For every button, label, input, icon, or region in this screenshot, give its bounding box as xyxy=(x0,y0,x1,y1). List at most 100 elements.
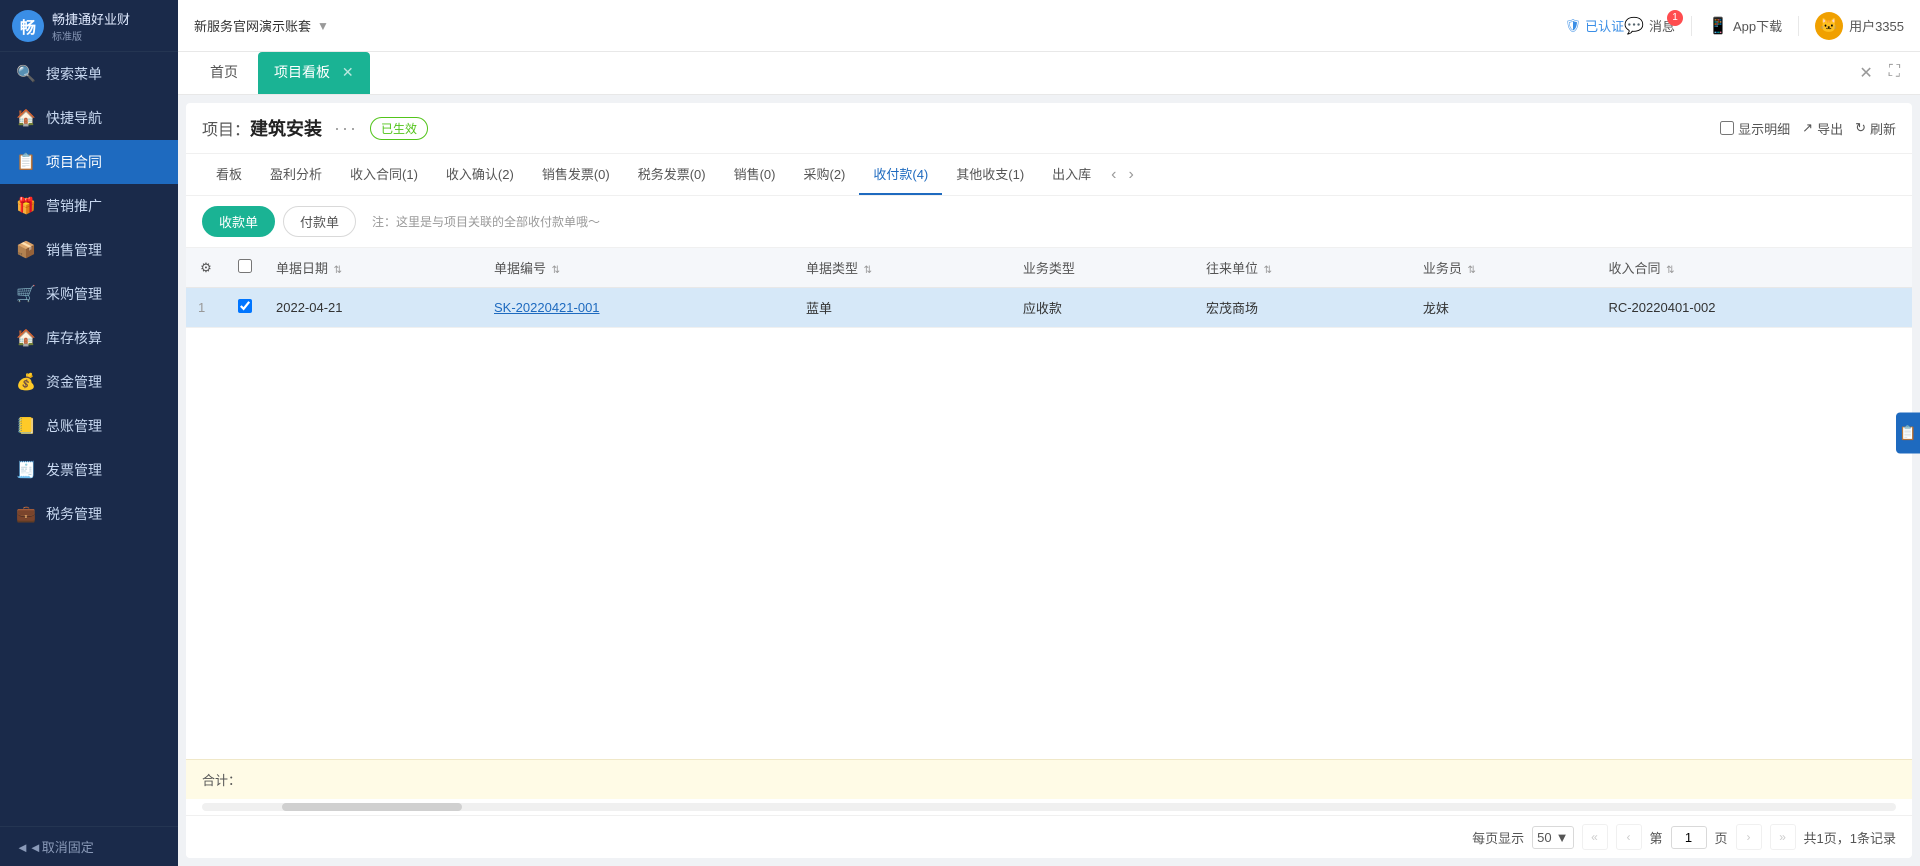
column-biz-type: 业务类型 xyxy=(1011,248,1194,288)
sidebar-unpin-button[interactable]: ◄◄取消固定 xyxy=(0,826,178,866)
table-wrap: ⚙ 单据日期 ⇅ 单据编号 ⇅ 单据类型 xyxy=(186,248,1912,759)
close-window-icon[interactable]: ✕ xyxy=(1855,59,1876,87)
sidebar-item-inventory[interactable]: 🏠 库存核算 xyxy=(0,316,178,360)
sidebar-item-contract[interactable]: 📋 项目合同 xyxy=(0,140,178,184)
tab-home[interactable]: 首页 xyxy=(194,52,254,94)
search-icon: 🔍 xyxy=(16,64,36,84)
project-label: 项目： xyxy=(202,116,250,140)
cell-partner: 宏茂商场 xyxy=(1194,288,1411,328)
right-panel-button[interactable]: 📋 xyxy=(1896,413,1912,454)
sub-nav-purchase[interactable]: 采购(2) xyxy=(789,154,859,195)
prev-page-button[interactable]: ‹ xyxy=(1616,824,1642,850)
sidebar-item-marketing[interactable]: 🎁 营销推广 xyxy=(0,184,178,228)
last-page-button[interactable]: » xyxy=(1770,824,1796,850)
sidebar-item-finance[interactable]: 💰 资金管理 xyxy=(0,360,178,404)
tab-project-board[interactable]: 项目看板 ✕ xyxy=(258,52,370,94)
project-title: 建筑安装 xyxy=(250,115,322,141)
home-icon: 🏠 xyxy=(16,108,36,128)
column-number: 单据编号 ⇅ xyxy=(482,248,794,288)
sort-salesman-icon[interactable]: ⇅ xyxy=(1468,265,1476,276)
sort-number-icon[interactable]: ⇅ xyxy=(552,265,560,276)
export-button[interactable]: ↗ 导出 xyxy=(1802,119,1843,138)
app-logo-icon: 畅 xyxy=(12,10,44,42)
sidebar-item-ledger[interactable]: 📒 总账管理 xyxy=(0,404,178,448)
tab-bar: 首页 项目看板 ✕ ✕ ⛶ xyxy=(178,52,1920,95)
refresh-button[interactable]: ↻ 刷新 xyxy=(1855,119,1896,138)
next-page-button[interactable]: › xyxy=(1736,824,1762,850)
sub-nav-left-arrow[interactable]: ‹ xyxy=(1105,166,1122,184)
app-download-button[interactable]: 📱 App下载 xyxy=(1708,16,1782,36)
message-button[interactable]: 💬 消息 1 xyxy=(1624,16,1675,36)
sub-nav-receive-pay[interactable]: 收付款(4) xyxy=(859,154,942,195)
column-check xyxy=(226,248,264,288)
sub-nav-in-out[interactable]: 出入库 xyxy=(1038,154,1105,195)
project-header: 项目： 建筑安装 ··· 已生效 显示明细 ↗ 导出 ↻ 刷新 xyxy=(186,103,1912,154)
sub-sub-nav: 收款单 付款单 注：这里是与项目关联的全部收付款单哦～ xyxy=(186,196,1912,248)
show-detail-checkbox[interactable]: 显示明细 xyxy=(1720,119,1790,138)
topbar: 新服务官网演示账套 ▼ 🛡 已认证 💬 消息 1 📱 App下载 🐱 用户335… xyxy=(178,0,1920,52)
per-page-chevron-icon: ▼ xyxy=(1556,830,1569,845)
account-name: 新服务官网演示账套 xyxy=(194,16,311,35)
sub-nav-sales-invoice[interactable]: 销售发票(0) xyxy=(528,154,624,195)
per-page-select[interactable]: 50 ▼ xyxy=(1532,826,1573,849)
footer-label: 合计： xyxy=(202,773,241,788)
sub-nav-revenue-confirm[interactable]: 收入确认(2) xyxy=(432,154,528,195)
sub-nav-profit[interactable]: 盈利分析 xyxy=(256,154,336,195)
cell-salesman: 龙妹 xyxy=(1411,288,1597,328)
show-detail-input[interactable] xyxy=(1720,121,1734,135)
sort-type-icon[interactable]: ⇅ xyxy=(864,265,872,276)
sub-nav-revenue-contract[interactable]: 收入合同(1) xyxy=(336,154,432,195)
horizontal-scrollbar[interactable] xyxy=(186,799,1912,815)
main-area: 新服务官网演示账套 ▼ 🛡 已认证 💬 消息 1 📱 App下载 🐱 用户335… xyxy=(178,0,1920,866)
row-checkbox[interactable] xyxy=(238,299,252,313)
tab-close-icon[interactable]: ✕ xyxy=(342,64,354,80)
certified-badge: 🛡 已认证 xyxy=(1565,16,1625,35)
page-input[interactable] xyxy=(1671,826,1707,849)
maximize-icon[interactable]: ⛶ xyxy=(1885,59,1904,87)
sidebar-item-invoice[interactable]: 🧾 发票管理 xyxy=(0,448,178,492)
sub-nav-right-arrow[interactable]: › xyxy=(1123,166,1140,184)
tax-icon: 💼 xyxy=(16,504,36,524)
select-all-checkbox[interactable] xyxy=(238,259,252,273)
column-settings[interactable]: ⚙ xyxy=(186,248,226,288)
sidebar-item-shortcut[interactable]: 🏠 快捷导航 xyxy=(0,96,178,140)
sort-date-icon[interactable]: ⇅ xyxy=(334,265,342,276)
inventory-icon: 🏠 xyxy=(16,328,36,348)
user-menu[interactable]: 🐱 用户3355 xyxy=(1815,12,1904,40)
sidebar-logo: 畅 畅捷通好业财 标准版 xyxy=(0,0,178,52)
account-selector[interactable]: 新服务官网演示账套 ▼ xyxy=(194,16,1545,35)
sub-nav-sales[interactable]: 销售(0) xyxy=(720,154,790,195)
topbar-right: 💬 消息 1 📱 App下载 🐱 用户3355 xyxy=(1624,12,1904,40)
export-icon: ↗ xyxy=(1802,120,1813,136)
sort-partner-icon[interactable]: ⇅ xyxy=(1264,265,1272,276)
sub-nav-tax-invoice[interactable]: 税务发票(0) xyxy=(624,154,720,195)
first-page-button[interactable]: « xyxy=(1582,824,1608,850)
total-info: 共1页，1条记录 xyxy=(1804,828,1896,847)
purchase-icon: 🛒 xyxy=(16,284,36,304)
sidebar-item-sales[interactable]: 📦 销售管理 xyxy=(0,228,178,272)
sidebar-item-tax[interactable]: 💼 税务管理 xyxy=(0,492,178,536)
sub-nav-kanban[interactable]: 看板 xyxy=(202,154,256,195)
column-date: 单据日期 ⇅ xyxy=(264,248,482,288)
sub-nav: 看板 盈利分析 收入合同(1) 收入确认(2) 销售发票(0) 税务发票(0) … xyxy=(186,154,1912,196)
content-panel: 项目： 建筑安装 ··· 已生效 显示明细 ↗ 导出 ↻ 刷新 xyxy=(186,103,1912,858)
sort-contract-icon[interactable]: ⇅ xyxy=(1666,265,1674,276)
data-table: ⚙ 单据日期 ⇅ 单据编号 ⇅ 单据类型 xyxy=(186,248,1912,328)
table-header-row: ⚙ 单据日期 ⇅ 单据编号 ⇅ 单据类型 xyxy=(186,248,1912,288)
cell-check xyxy=(226,288,264,328)
table-row: 1 2022-04-21 SK-20220421-001 蓝单 应收款 宏茂商场… xyxy=(186,288,1912,328)
project-header-right: 显示明细 ↗ 导出 ↻ 刷新 xyxy=(1720,119,1896,138)
pagination: 每页显示 50 ▼ « ‹ 第 页 › » 共1页，1条记录 xyxy=(186,815,1912,858)
sidebar-item-purchase[interactable]: 🛒 采购管理 xyxy=(0,272,178,316)
sub-nav-other-income[interactable]: 其他收支(1) xyxy=(942,154,1038,195)
bill-number-link[interactable]: SK-20220421-001 xyxy=(494,300,600,315)
sub-sub-note: 注：这里是与项目关联的全部收付款单哦～ xyxy=(372,213,600,230)
more-options-icon[interactable]: ··· xyxy=(334,118,358,139)
sidebar-item-search[interactable]: 🔍 搜索菜单 xyxy=(0,52,178,96)
sales-icon: 📦 xyxy=(16,240,36,260)
receive-bill-button[interactable]: 收款单 xyxy=(202,206,275,237)
cell-date: 2022-04-21 xyxy=(264,288,482,328)
divider xyxy=(1691,16,1692,36)
pay-bill-button[interactable]: 付款单 xyxy=(283,206,356,237)
page-text: 第 xyxy=(1650,828,1663,847)
